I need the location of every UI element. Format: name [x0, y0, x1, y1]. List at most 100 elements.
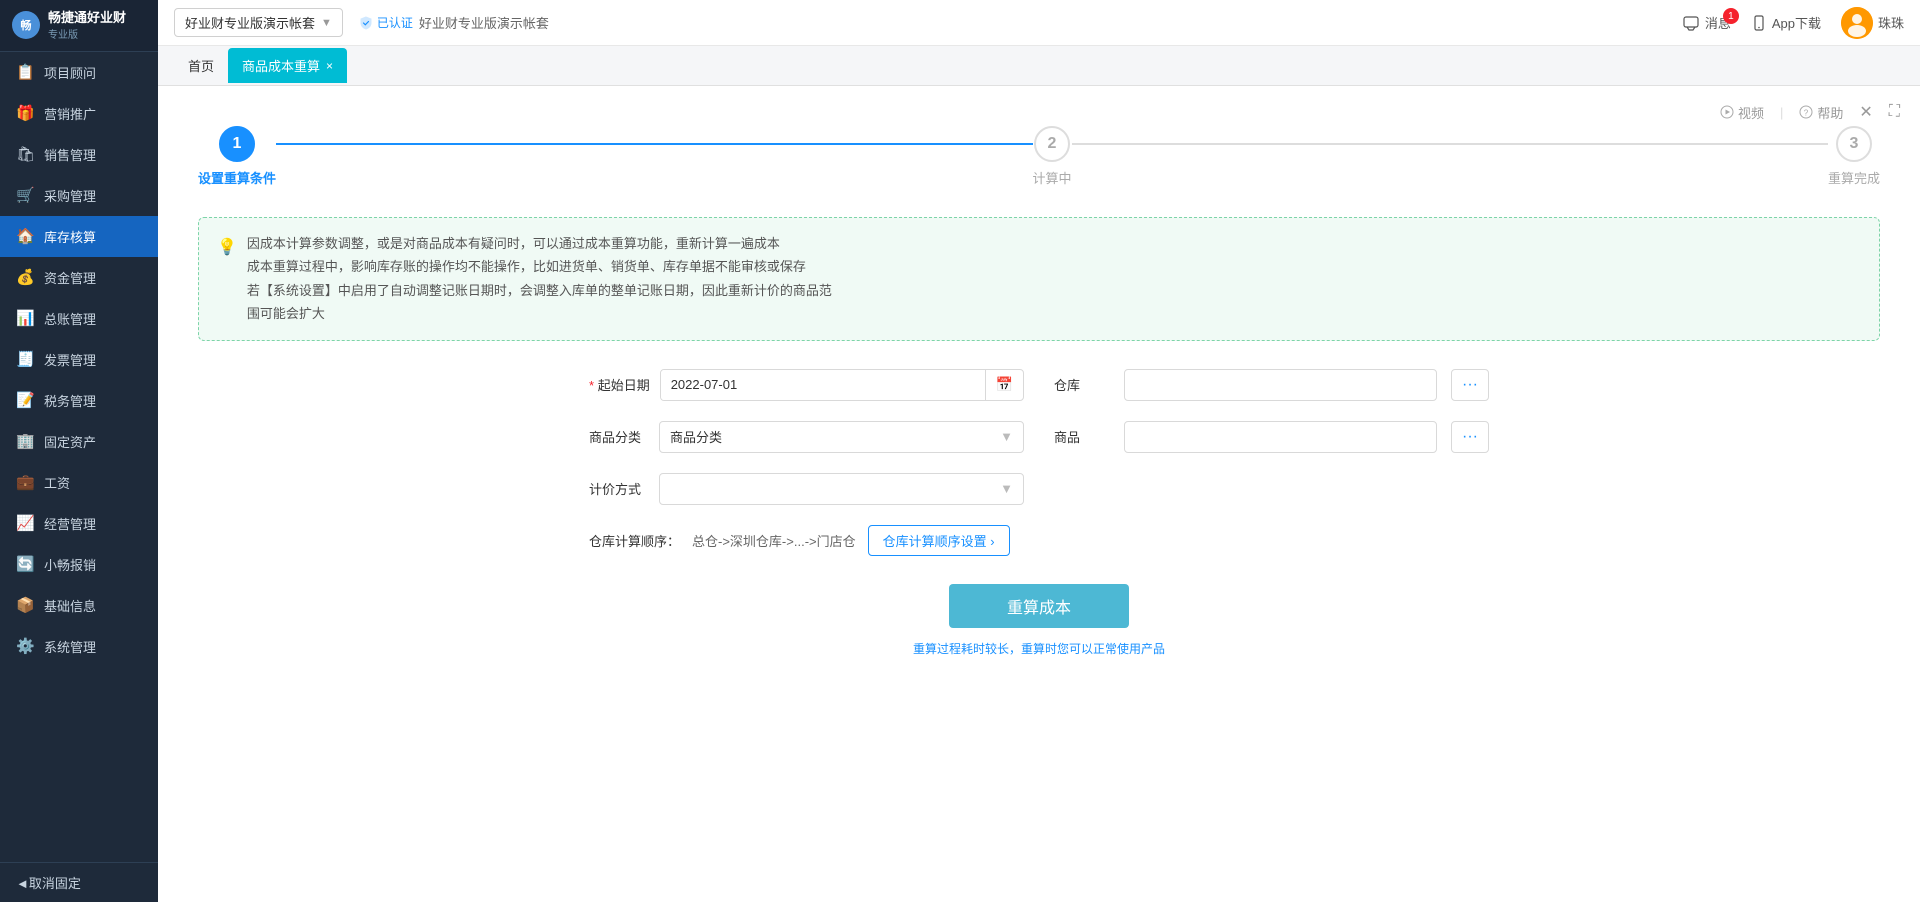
form-section: * 起始日期 📅 仓库 ··· 商品分类	[589, 369, 1489, 657]
invoice-icon: 🧾	[16, 350, 34, 368]
info-box: 💡 因成本计算参数调整，或是对商品成本有疑问时，可以通过成本重算功能，重新计算一…	[198, 217, 1880, 341]
step-1: 1 设置重算条件	[198, 126, 276, 187]
step-line-2	[1072, 143, 1828, 145]
sidebar-item-label: 基础信息	[44, 596, 96, 615]
form-row-2: 商品分类 商品分类 ▼ 商品 ···	[589, 421, 1489, 453]
pricing-group: 计价方式 ▼	[589, 473, 1024, 505]
messages-button[interactable]: 消息 1	[1682, 13, 1731, 32]
logo-text: 畅	[21, 17, 32, 33]
warehouse-label: 仓库	[1054, 375, 1114, 394]
content-area: 视频 | ? 帮助 ✕ ⛶ 1 设置重算条件 2 计算中	[158, 86, 1920, 902]
sidebar-item-label: 项目顾问	[44, 63, 96, 82]
step-3-label: 重算完成	[1828, 168, 1880, 187]
category-select-arrow: ▼	[1000, 429, 1013, 444]
warehouse-input[interactable]	[1124, 369, 1437, 401]
sidebar-item-accounting[interactable]: 📊 总账管理	[0, 298, 158, 339]
expand-window-button[interactable]: ⛶	[1889, 103, 1900, 121]
top-right-actions: 消息 1 App下载 珠珠	[1682, 7, 1904, 39]
video-link[interactable]: 视频	[1720, 103, 1764, 122]
sidebar-item-assets[interactable]: 🏢 固定资产	[0, 421, 158, 462]
close-window-button[interactable]: ✕	[1859, 102, 1872, 122]
divider: |	[1780, 105, 1783, 120]
step-2-circle: 2	[1034, 126, 1070, 162]
marketing-icon: 🎁	[16, 104, 34, 122]
finance-icon: 💰	[16, 268, 34, 286]
goods-label: 商品	[1054, 427, 1114, 446]
operations-icon: 📈	[16, 514, 34, 532]
phone-icon	[1751, 15, 1767, 31]
goods-group: 商品 ···	[1054, 421, 1489, 453]
verified-text: 已认证	[377, 14, 413, 31]
sidebar-item-label: 销售管理	[44, 145, 96, 164]
sidebar-item-finance[interactable]: 💰 资金管理	[0, 257, 158, 298]
sidebar-item-basic[interactable]: 📦 基础信息	[0, 585, 158, 626]
expense-icon: 🔄	[16, 555, 34, 573]
sidebar-item-operations[interactable]: 📈 经营管理	[0, 503, 158, 544]
inventory-icon: 🏠	[16, 227, 34, 245]
tab-close-button[interactable]: ×	[326, 59, 333, 73]
warehouse-order-label: 仓库计算顺序：	[589, 531, 680, 550]
sidebar-item-expense[interactable]: 🔄 小畅报销	[0, 544, 158, 585]
system-icon: ⚙️	[16, 637, 34, 655]
sidebar-item-label: 经营管理	[44, 514, 96, 533]
sidebar-item-label: 营销推广	[44, 104, 96, 123]
recalculate-label: 重算成本	[1007, 600, 1071, 617]
user-avatar	[1841, 7, 1873, 39]
user-name: 珠珠	[1878, 13, 1904, 32]
info-line-4: 围可能会扩大	[247, 302, 832, 325]
step-3-circle: 3	[1836, 126, 1872, 162]
sidebar-item-invoice[interactable]: 🧾 发票管理	[0, 339, 158, 380]
step-2: 2 计算中	[1033, 126, 1072, 187]
main-area: 好业财专业版演示帐套 ▼ 已认证 好业财专业版演示帐套 消息 1 App下载	[158, 0, 1920, 902]
salary-icon: 💼	[16, 473, 34, 491]
warehouse-dots-button[interactable]: ···	[1451, 369, 1489, 401]
shield-icon	[359, 16, 373, 30]
user-profile-button[interactable]: 珠珠	[1841, 7, 1904, 39]
sidebar-item-project[interactable]: 📋 项目顾问	[0, 52, 158, 93]
account-dropdown-arrow: ▼	[321, 17, 332, 29]
account-name: 好业财专业版演示帐套	[185, 13, 315, 32]
verified-badge: 已认证	[359, 14, 413, 31]
calendar-icon-button[interactable]: 📅	[985, 370, 1023, 400]
sidebar-header: 畅 畅捷通好业财 专业版	[0, 0, 158, 52]
warehouse-order-row: 仓库计算顺序： 总仓->深圳仓库->...->门店仓 仓库计算顺序设置 ›	[589, 525, 1489, 556]
svg-text:?: ?	[1804, 109, 1809, 118]
category-select[interactable]: 商品分类 ▼	[659, 421, 1024, 453]
notification-count: 1	[1723, 8, 1739, 24]
goods-input[interactable]	[1124, 421, 1437, 453]
start-date-group: * 起始日期 📅	[589, 369, 1024, 401]
app-download-button[interactable]: App下载	[1751, 13, 1821, 32]
info-line-3: 若【系统设置】中启用了自动调整记账日期时，会调整入库单的整单记账日期，因此重新计…	[247, 279, 832, 302]
goods-dots-button[interactable]: ···	[1451, 421, 1489, 453]
step-2-label: 计算中	[1033, 168, 1072, 187]
step-line-1	[276, 143, 1032, 145]
account-selector[interactable]: 好业财专业版演示帐套 ▼	[174, 8, 343, 37]
help-link[interactable]: ? 帮助	[1799, 103, 1843, 122]
content-controls: 视频 | ? 帮助 ✕ ⛶	[1720, 102, 1900, 122]
tab-home-label: 首页	[188, 56, 214, 75]
pricing-select[interactable]: ▼	[659, 473, 1024, 505]
play-circle-icon	[1720, 105, 1734, 119]
tab-bar: 首页 商品成本重算 ×	[158, 46, 1920, 86]
sidebar-item-salary[interactable]: 💼 工资	[0, 462, 158, 503]
start-date-text: 起始日期	[598, 378, 650, 393]
tab-cost-recalc[interactable]: 商品成本重算 ×	[228, 48, 347, 83]
sidebar-item-marketing[interactable]: 🎁 营销推广	[0, 93, 158, 134]
purchase-icon: 🛒	[16, 186, 34, 204]
sidebar-item-sales[interactable]: 🛍 销售管理	[0, 134, 158, 175]
tab-home[interactable]: 首页	[174, 48, 228, 83]
recalculate-button[interactable]: 重算成本	[949, 584, 1129, 628]
warehouse-order-settings-button[interactable]: 仓库计算顺序设置 ›	[868, 525, 1010, 556]
sidebar-item-inventory[interactable]: 🏠 库存核算	[0, 216, 158, 257]
pricing-select-arrow: ▼	[1000, 481, 1013, 496]
sidebar-item-system[interactable]: ⚙️ 系统管理	[0, 626, 158, 667]
sidebar-unpin-button[interactable]: ◄取消固定	[0, 862, 158, 902]
sidebar-item-tax[interactable]: 📝 税务管理	[0, 380, 158, 421]
start-date-input[interactable]	[661, 369, 985, 401]
sales-icon: 🛍	[16, 145, 34, 163]
app-download-label: App下载	[1772, 13, 1821, 32]
step-1-label: 设置重算条件	[198, 168, 276, 187]
tab-cost-recalc-label: 商品成本重算	[242, 56, 320, 75]
info-text: 因成本计算参数调整，或是对商品成本有疑问时，可以通过成本重算功能，重新计算一遍成…	[247, 232, 832, 326]
sidebar-item-purchase[interactable]: 🛒 采购管理	[0, 175, 158, 216]
